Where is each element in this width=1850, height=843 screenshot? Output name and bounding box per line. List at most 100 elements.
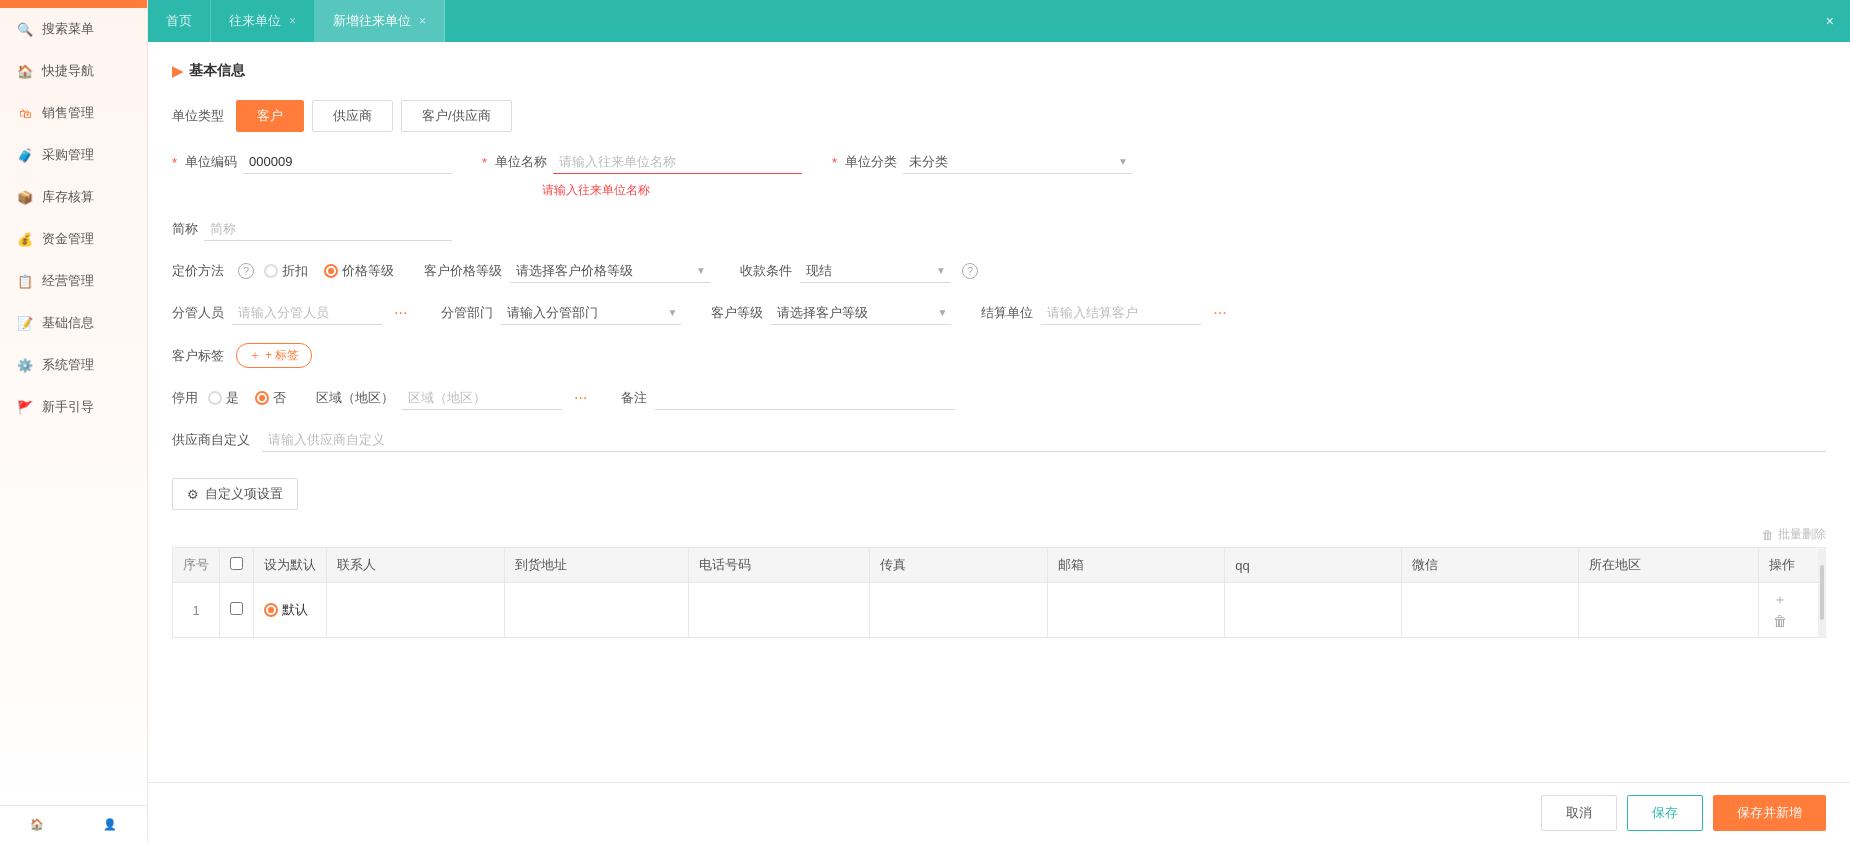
tab-new-partner[interactable]: 新增往来单位 × xyxy=(315,0,445,42)
radio-no-circle xyxy=(255,391,269,405)
customer-price-level-select[interactable]: 请选择客户价格等级 xyxy=(510,259,710,282)
disabled-field: 停用 是 否 xyxy=(172,389,286,407)
save-button[interactable]: 保存 xyxy=(1627,795,1703,831)
settlement-more-btn[interactable]: ··· xyxy=(1209,305,1230,321)
sidebar-item-quicknav[interactable]: 🏠 快捷导航 xyxy=(0,50,147,92)
row-delete-button[interactable]: 🗑 xyxy=(1769,611,1791,631)
add-tag-button[interactable]: ＋ + 标签 xyxy=(236,343,312,368)
unit-name-field: * 单位名称 请输入往来单位名称 xyxy=(482,150,802,199)
unit-btn-both[interactable]: 客户/供应商 xyxy=(401,100,512,132)
region-more-btn[interactable]: ··· xyxy=(570,390,591,406)
custom-settings-button[interactable]: ⚙ 自定义项设置 xyxy=(172,478,298,510)
row-fax xyxy=(870,583,1047,638)
batch-delete-row[interactable]: 🗑 批量删除 xyxy=(172,526,1826,543)
radio-no[interactable]: 否 xyxy=(255,389,286,407)
unit-btn-customer[interactable]: 客户 xyxy=(236,100,304,132)
remark-input[interactable] xyxy=(655,386,955,410)
row-fax-input[interactable] xyxy=(880,603,1036,618)
flag-icon: 🚩 xyxy=(16,398,34,416)
radio-yes-label: 是 xyxy=(226,389,239,407)
scrollbar-thumb[interactable] xyxy=(1820,565,1824,620)
row-contact-input[interactable] xyxy=(337,603,494,618)
row-add-button[interactable]: ＋ xyxy=(1769,589,1791,611)
tab-spacer xyxy=(445,0,1810,42)
radio-no-label: 否 xyxy=(273,389,286,407)
customer-level-select[interactable]: 请选择客户等级 xyxy=(771,301,951,324)
tab-home[interactable]: 首页 xyxy=(148,0,211,42)
user-icon: 👤 xyxy=(103,818,117,831)
gear-icon: ⚙️ xyxy=(16,356,34,374)
form-row-supplier-custom: 供应商自定义 xyxy=(172,428,1826,452)
row-phone-input[interactable] xyxy=(699,603,860,618)
customer-level-field: 客户等级 请选择客户等级 ▼ xyxy=(711,301,951,325)
supplier-custom-input[interactable] xyxy=(262,428,1826,452)
row-address-input[interactable] xyxy=(515,603,677,618)
radio-discount[interactable]: 折扣 xyxy=(264,262,308,280)
department-select[interactable]: 请输入分管部门 xyxy=(501,301,681,324)
unit-btn-supplier[interactable]: 供应商 xyxy=(312,100,393,132)
row-wechat-input[interactable] xyxy=(1412,603,1568,618)
row-checkbox[interactable] xyxy=(230,602,243,615)
close-all-tabs[interactable]: × xyxy=(1810,0,1850,42)
sidebar-item-sales[interactable]: 🛍 销售管理 xyxy=(0,92,147,134)
row-qq-input[interactable] xyxy=(1235,603,1390,618)
save-and-new-button[interactable]: 保存并新增 xyxy=(1713,795,1826,831)
row-default-radio[interactable]: 默认 xyxy=(264,601,316,619)
manager-more-btn[interactable]: ··· xyxy=(390,305,411,321)
unit-category-select[interactable]: 未分类 xyxy=(903,150,1132,173)
form-content: ▶ 基本信息 单位类型 客户 供应商 客户/供应商 * 单位编码 xyxy=(148,42,1850,782)
short-name-label: 简称 xyxy=(172,220,198,238)
radio-price-level[interactable]: 价格等级 xyxy=(324,262,394,280)
sidebar-item-label: 搜索菜单 xyxy=(42,20,94,38)
radio-yes[interactable]: 是 xyxy=(208,389,239,407)
th-default: 设为默认 xyxy=(254,548,327,583)
tab-partners[interactable]: 往来单位 × xyxy=(211,0,315,42)
tag-add-label: + 标签 xyxy=(265,347,299,364)
tab-new-partner-close[interactable]: × xyxy=(419,14,426,28)
unit-name-input[interactable] xyxy=(553,150,802,174)
sidebar-item-basic[interactable]: 📝 基础信息 xyxy=(0,302,147,344)
sidebar-item-label: 资金管理 xyxy=(42,230,94,248)
sidebar-item-label: 新手引导 xyxy=(42,398,94,416)
sidebar-item-finance[interactable]: 💰 资金管理 xyxy=(0,218,147,260)
short-name-field: 简称 xyxy=(172,217,452,241)
th-address: 到货地址 xyxy=(505,548,688,583)
sidebar-user-btn[interactable]: 👤 xyxy=(95,814,125,835)
settings-icon: ⚙ xyxy=(187,487,199,502)
cancel-button[interactable]: 取消 xyxy=(1541,795,1617,831)
th-checkbox xyxy=(220,548,254,583)
region-input[interactable] xyxy=(402,386,562,410)
row-region-input[interactable] xyxy=(1589,603,1748,618)
radio-price-level-dot xyxy=(328,268,334,274)
pricing-help-icon[interactable]: ? xyxy=(238,263,254,279)
batch-delete-icon: 🗑 xyxy=(1762,528,1774,542)
tabbar: 首页 往来单位 × 新增往来单位 × × xyxy=(148,0,1850,42)
tab-home-label: 首页 xyxy=(166,12,192,30)
payment-terms-select[interactable]: 现结 xyxy=(800,259,950,282)
settlement-unit-input[interactable] xyxy=(1041,301,1201,325)
sidebar-home-btn[interactable]: 🏠 xyxy=(22,814,52,835)
sidebar-item-label: 基础信息 xyxy=(42,314,94,332)
sidebar-item-purchase[interactable]: 🧳 采购管理 xyxy=(0,134,147,176)
sidebar-item-inventory[interactable]: 📦 库存核算 xyxy=(0,176,147,218)
sidebar-item-label: 快捷导航 xyxy=(42,62,94,80)
sidebar-item-guide[interactable]: 🚩 新手引导 xyxy=(0,386,147,428)
sidebar-item-ops[interactable]: 📋 经营管理 xyxy=(0,260,147,302)
row-email-input[interactable] xyxy=(1058,603,1214,618)
payment-terms-help-icon[interactable]: ? xyxy=(962,263,978,279)
row-qq xyxy=(1225,583,1401,638)
tab-partners-close[interactable]: × xyxy=(289,14,296,28)
row-phone xyxy=(688,583,870,638)
sidebar-item-system[interactable]: ⚙️ 系统管理 xyxy=(0,344,147,386)
form-footer: 取消 保存 保存并新增 xyxy=(148,782,1850,843)
short-name-input[interactable] xyxy=(204,217,452,241)
row-address xyxy=(505,583,688,638)
customer-price-level-select-wrapper: 请选择客户价格等级 ▼ xyxy=(510,259,710,283)
form-row-disabled: 停用 是 否 区域（地区） ··· xyxy=(172,386,1826,410)
manager-input[interactable] xyxy=(232,301,382,325)
customer-tag-label: 客户标签 xyxy=(172,347,224,365)
select-all-checkbox[interactable] xyxy=(230,557,243,570)
pricing-method-label: 定价方法 xyxy=(172,262,224,280)
unit-code-input[interactable] xyxy=(243,150,452,174)
sidebar-item-search[interactable]: 🔍 搜索菜单 xyxy=(0,8,147,50)
